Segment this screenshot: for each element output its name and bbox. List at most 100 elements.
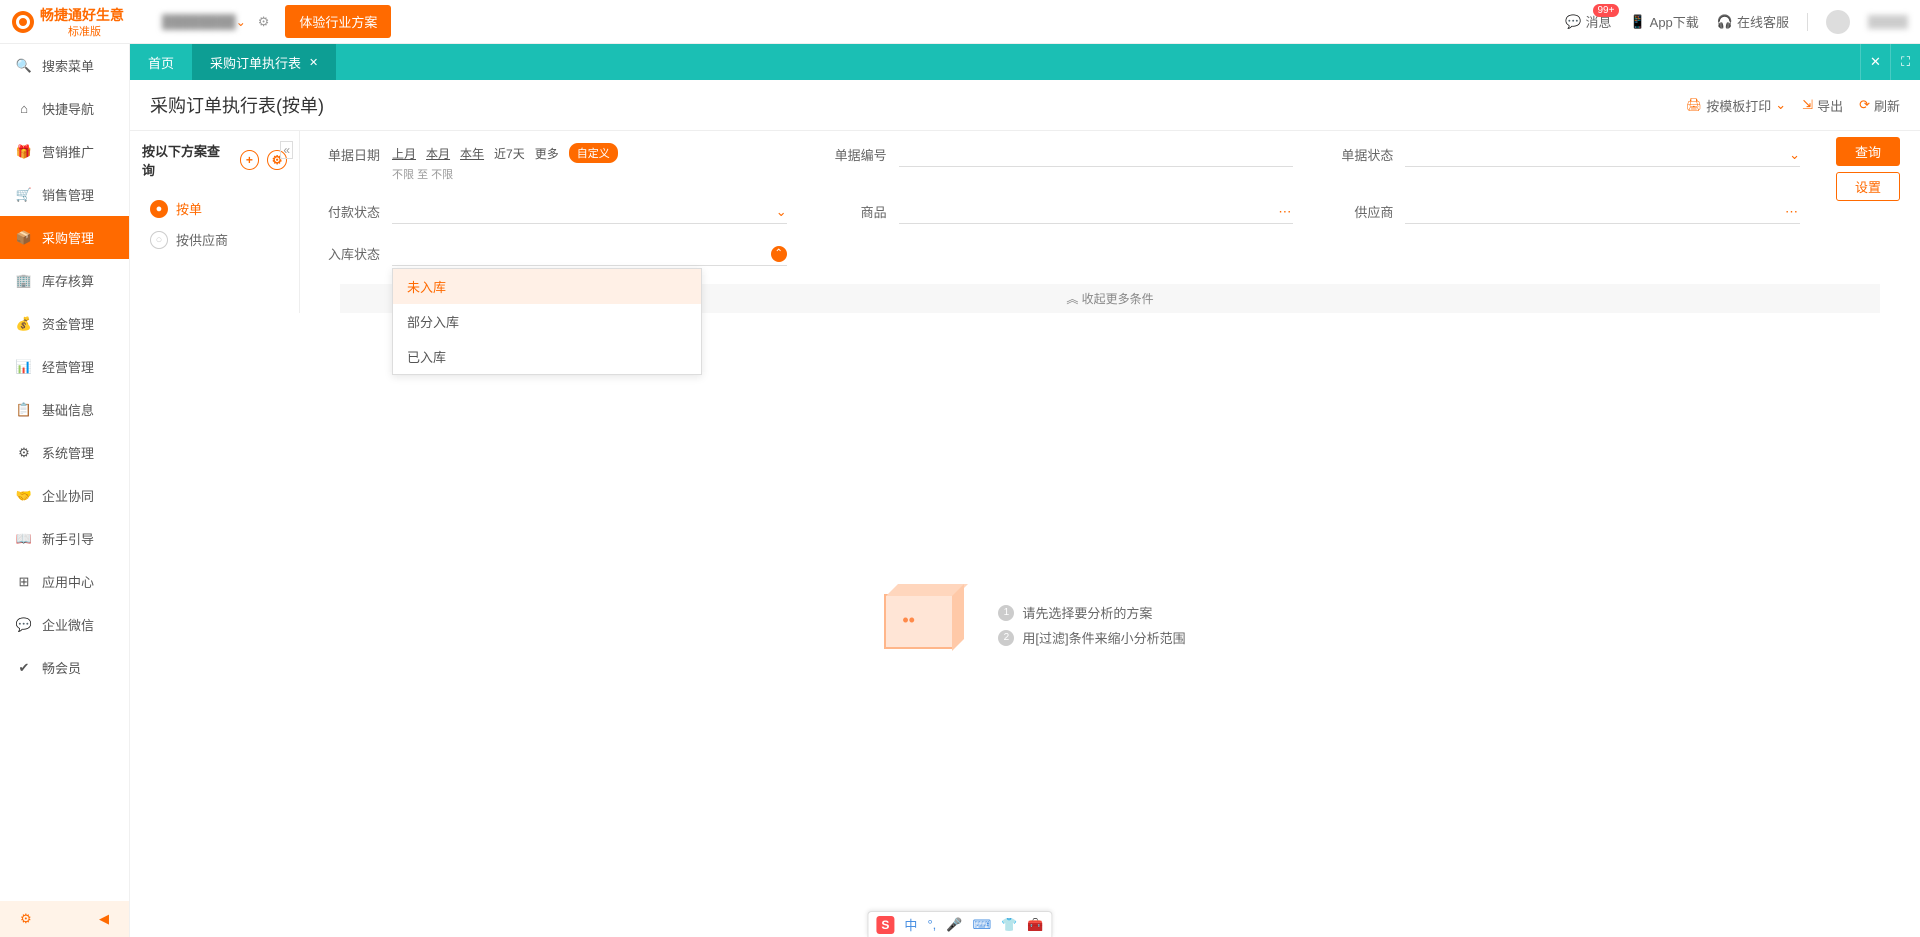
sidebar-item-basicinfo[interactable]: 📋基础信息	[0, 388, 129, 431]
page-title: 采购订单执行表(按单)	[150, 92, 324, 118]
dropdown-option-in[interactable]: 已入库	[393, 339, 701, 374]
ime-toolbox-icon[interactable]: 🧰	[1027, 917, 1043, 933]
experience-button[interactable]: 体验行业方案	[285, 5, 391, 38]
company-selector[interactable]: ████████	[162, 14, 236, 29]
cart-icon: 🛒	[16, 187, 32, 203]
ime-keyboard-icon[interactable]: ⌨	[972, 917, 991, 933]
tab-label: 采购订单执行表	[210, 53, 301, 72]
close-icon[interactable]: ✕	[309, 56, 318, 69]
field-status: 单据状态 ⌄	[1333, 143, 1800, 182]
sidebar-item-search[interactable]: 🔍搜索菜单	[0, 44, 129, 87]
sidebar-label: 搜索菜单	[42, 56, 94, 75]
field-instatus: 入库状态 ⌃ 未入库 部分入库 已入库	[320, 242, 787, 266]
sidebar-label: 营销推广	[42, 142, 94, 161]
book-icon: 📖	[16, 531, 32, 547]
step-number: 2	[998, 630, 1014, 646]
sidebar-item-purchase[interactable]: 📦采购管理	[0, 216, 129, 259]
ime-lang[interactable]: 中	[904, 915, 917, 934]
pay-label: 付款状态	[320, 200, 380, 221]
add-scheme-button[interactable]: +	[240, 150, 260, 170]
username[interactable]	[1868, 15, 1908, 29]
collapse-panel-icon[interactable]: «	[280, 141, 293, 159]
goods-label: 商品	[827, 200, 887, 221]
sidebar-label: 系统管理	[42, 443, 94, 462]
app-download-link[interactable]: 📱 App下载	[1629, 12, 1698, 31]
gear-icon[interactable]: ⚙	[258, 14, 270, 30]
sidebar-item-marketing[interactable]: 🎁营销推广	[0, 130, 129, 173]
settings-button[interactable]: 设置	[1836, 172, 1900, 201]
date-from[interactable]: 不限	[392, 169, 414, 181]
chevron-down-icon[interactable]: ⌄	[236, 15, 246, 29]
sidebar-item-apps[interactable]: ⊞应用中心	[0, 560, 129, 603]
tab-home[interactable]: 首页	[130, 44, 192, 80]
supplier-select[interactable]: ⋯	[1405, 200, 1800, 224]
online-service-link[interactable]: 🎧 在线客服	[1717, 12, 1789, 31]
field-code: 单据编号	[827, 143, 1294, 182]
avatar[interactable]	[1826, 10, 1850, 34]
goods-select[interactable]: ⋯	[899, 200, 1294, 224]
code-input[interactable]	[899, 143, 1294, 167]
gear-icon: ⚙	[16, 445, 32, 461]
ime-mic-icon[interactable]: 🎤	[946, 917, 962, 933]
date-opt-custom[interactable]: 自定义	[569, 143, 618, 163]
sidebar-label: 畅会员	[42, 658, 81, 677]
sidebar-item-wechat[interactable]: 💬企业微信	[0, 603, 129, 646]
field-paystatus: 付款状态 ⌄	[320, 200, 787, 224]
date-opt-thismonth[interactable]: 本月	[426, 145, 450, 162]
sidebar-item-collab[interactable]: 🤝企业协同	[0, 474, 129, 517]
scheme-option-supplier[interactable]: ○按供应商	[142, 224, 287, 255]
date-to-label: 至	[417, 169, 428, 181]
sidebar-label: 经营管理	[42, 357, 94, 376]
date-opt-thisyear[interactable]: 本年	[460, 145, 484, 162]
sidebar-item-finance[interactable]: 💰资金管理	[0, 302, 129, 345]
sidebar-item-system[interactable]: ⚙ 系统管理	[0, 431, 129, 474]
sidebar-label: 企业协同	[42, 486, 94, 505]
date-to[interactable]: 不限	[431, 169, 453, 181]
home-icon: ⌂	[16, 101, 32, 117]
date-opt-more[interactable]: 更多	[535, 145, 559, 162]
ime-toolbar[interactable]: S 中 °, 🎤 ⌨ 👕 🧰	[867, 911, 1052, 937]
brand-name: 畅捷通好生意	[40, 5, 124, 25]
tab-purchase-exec[interactable]: 采购订单执行表 ✕	[192, 44, 336, 80]
date-range: 不限 至 不限	[392, 166, 787, 182]
sidebar-footer: ⚙ ◀	[0, 901, 129, 937]
fullscreen-icon[interactable]: ⛶	[1890, 44, 1920, 80]
status-select[interactable]: ⌄	[1405, 143, 1800, 167]
brand-edition: 标准版	[68, 23, 124, 39]
dropdown-option-partial[interactable]: 部分入库	[393, 304, 701, 339]
sidebar-item-quicknav[interactable]: ⌂快捷导航	[0, 87, 129, 130]
supplier-label: 供应商	[1333, 200, 1393, 221]
sidebar-label: 资金管理	[42, 314, 94, 333]
scheme-option-order[interactable]: ●按单	[142, 193, 287, 224]
page-header: 采购订单执行表(按单) 🖨按模板打印⌄ ⇲导出 ⟳刷新	[130, 80, 1920, 130]
ime-skin-icon[interactable]: 👕	[1001, 917, 1017, 933]
print-button[interactable]: 🖨按模板打印⌄	[1686, 96, 1786, 115]
paystatus-select[interactable]: ⌄	[392, 200, 787, 224]
date-opt-lastmonth[interactable]: 上月	[392, 145, 416, 162]
settings-icon[interactable]: ⚙	[20, 911, 32, 927]
filter-scheme-panel: 按以下方案查询 + ⚙ « ●按单 ○按供应商	[130, 131, 300, 313]
messages-link[interactable]: 💬 消息 99+	[1565, 12, 1611, 31]
ime-punct-icon[interactable]: °,	[927, 917, 936, 932]
instatus-select[interactable]: ⌃	[392, 242, 787, 266]
export-button[interactable]: ⇲导出	[1802, 96, 1843, 115]
radio-icon: ●	[150, 200, 168, 218]
ime-logo-icon[interactable]: S	[876, 916, 894, 934]
export-icon: ⇲	[1802, 97, 1813, 113]
topbar-right: 💬 消息 99+ 📱 App下载 🎧 在线客服	[1565, 10, 1908, 34]
sidebar-item-business[interactable]: 📊经营管理	[0, 345, 129, 388]
field-date: 单据日期 上月 本月 本年 近7天 更多 自定义	[320, 143, 787, 182]
sidebar-item-inventory[interactable]: 🏢库存核算	[0, 259, 129, 302]
field-supplier: 供应商 ⋯	[1333, 200, 1800, 224]
date-opt-7days[interactable]: 近7天	[494, 145, 525, 162]
sidebar-item-member[interactable]: ✔畅会员	[0, 646, 129, 689]
collapse-sidebar-icon[interactable]: ◀	[99, 911, 109, 927]
dropdown-option-notin[interactable]: 未入库	[393, 269, 701, 304]
sidebar-item-guide[interactable]: 📖新手引导	[0, 517, 129, 560]
step-number: 1	[998, 605, 1014, 621]
tab-close-all-icon[interactable]: ✕	[1860, 44, 1890, 80]
sidebar-item-sales[interactable]: 🛒销售管理	[0, 173, 129, 216]
sidebar-label: 库存核算	[42, 271, 94, 290]
refresh-button[interactable]: ⟳刷新	[1859, 96, 1900, 115]
query-button[interactable]: 查询	[1836, 137, 1900, 166]
